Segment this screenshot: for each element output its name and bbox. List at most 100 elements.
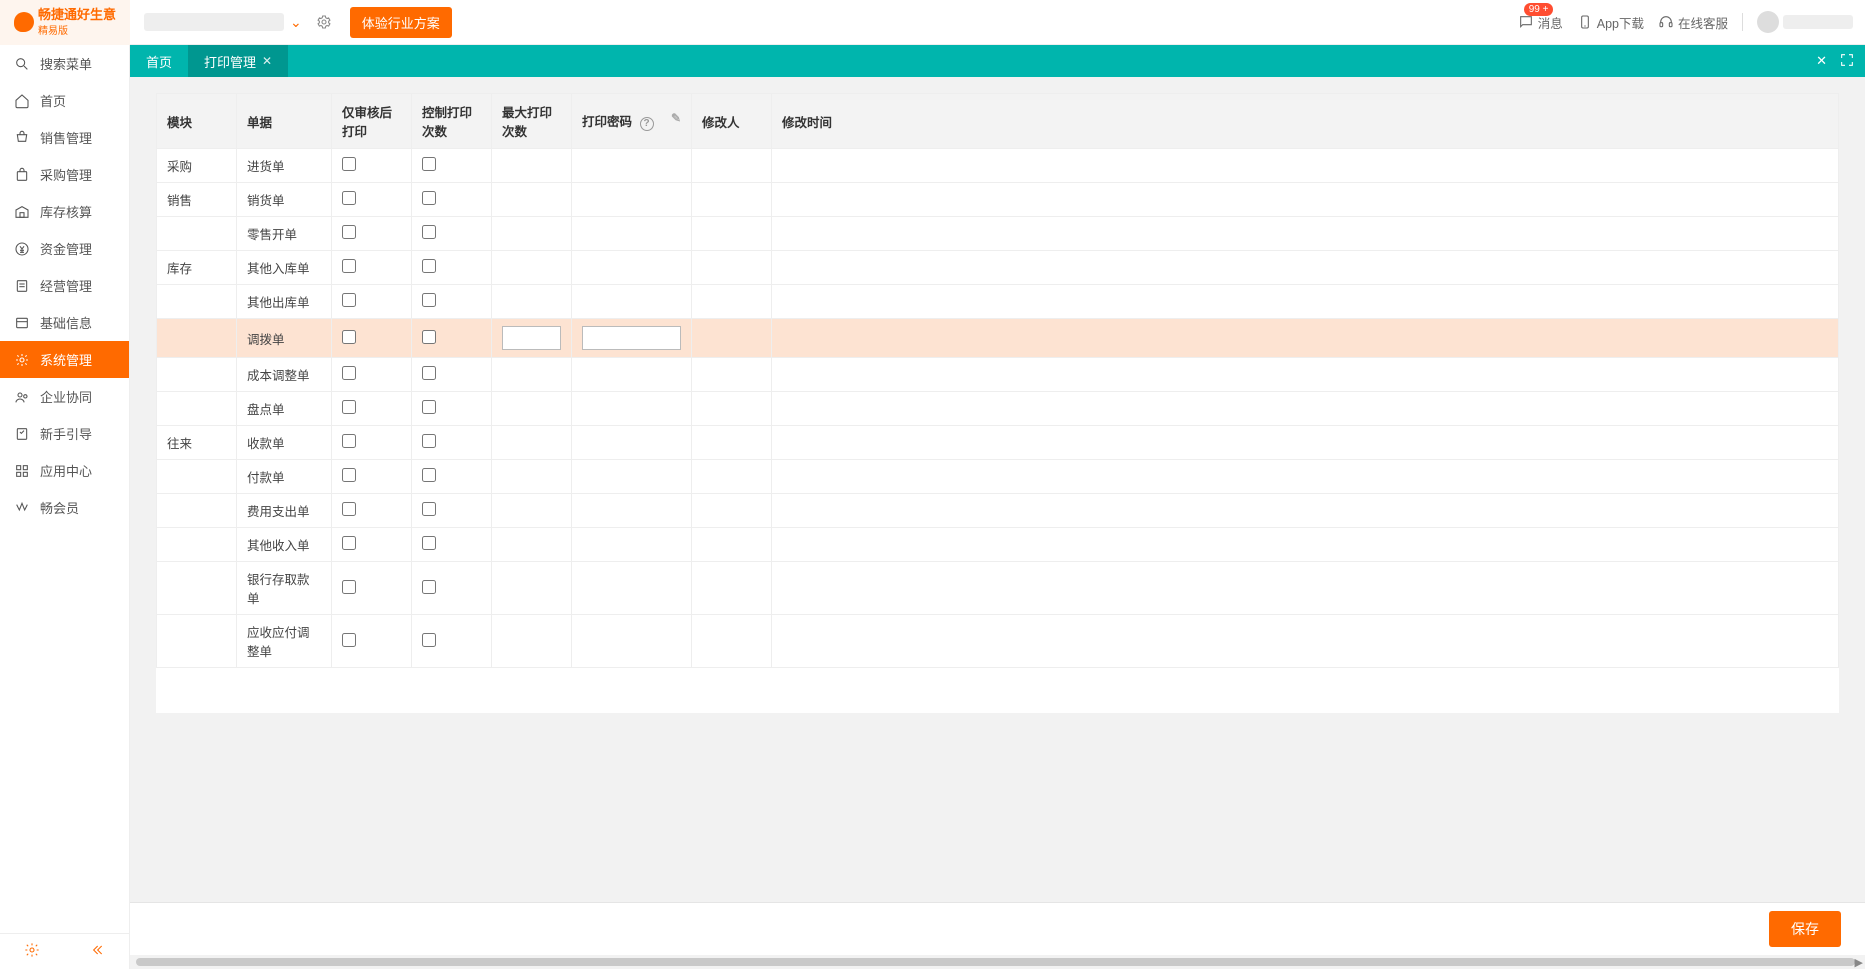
control-count-checkbox[interactable]: [422, 468, 436, 482]
username-blur: [1783, 15, 1853, 29]
sidebar-item-12[interactable]: 畅会员: [0, 489, 129, 526]
control-count-checkbox[interactable]: [422, 225, 436, 239]
scroll-right-icon[interactable]: ▶: [1855, 956, 1863, 969]
control-count-checkbox[interactable]: [422, 434, 436, 448]
control-count-checkbox[interactable]: [422, 330, 436, 344]
audit-only-checkbox[interactable]: [342, 225, 356, 239]
control-count-checkbox[interactable]: [422, 191, 436, 205]
audit-only-checkbox[interactable]: [342, 400, 356, 414]
save-button[interactable]: 保存: [1769, 911, 1841, 947]
sidebar-item-3[interactable]: 采购管理: [0, 156, 129, 193]
audit-only-checkbox[interactable]: [342, 434, 356, 448]
scrollbar-thumb[interactable]: [136, 958, 1855, 966]
control-count-checkbox[interactable]: [422, 157, 436, 171]
cell-doc: 零售开单: [237, 217, 332, 251]
vip-icon: [14, 500, 30, 516]
cell-audit-only: [332, 494, 412, 528]
sidebar-item-1[interactable]: 首页: [0, 82, 129, 119]
online-service-link[interactable]: 在线客服: [1658, 13, 1728, 32]
logo-area: 畅捷通好生意 精易版: [0, 0, 130, 45]
table-row: 销售销货单: [157, 183, 1839, 217]
control-count-checkbox[interactable]: [422, 536, 436, 550]
cell-control-count: [412, 183, 492, 217]
cell-password: [572, 528, 692, 562]
sidebar-item-2[interactable]: 销售管理: [0, 119, 129, 156]
app-download-link[interactable]: App下载: [1577, 13, 1644, 32]
control-count-checkbox[interactable]: [422, 293, 436, 307]
sidebar-item-label: 采购管理: [40, 165, 92, 184]
cell-audit-only: [332, 562, 412, 615]
sidebar-item-5[interactable]: 资金管理: [0, 230, 129, 267]
promo-button[interactable]: 体验行业方案: [350, 7, 452, 38]
sidebar-item-label: 畅会员: [40, 498, 79, 517]
avatar-icon: [1757, 11, 1779, 33]
password-input[interactable]: [582, 326, 681, 350]
audit-only-checkbox[interactable]: [342, 157, 356, 171]
sidebar-item-7[interactable]: 基础信息: [0, 304, 129, 341]
edit-icon[interactable]: ✎: [671, 111, 681, 125]
tab-home[interactable]: 首页: [130, 45, 188, 77]
tab-print-manage[interactable]: 打印管理 ✕: [188, 45, 288, 77]
audit-only-checkbox[interactable]: [342, 259, 356, 273]
max-count-input[interactable]: [502, 326, 561, 350]
sidebar-item-10[interactable]: 新手引导: [0, 415, 129, 452]
cell-modifier: [692, 217, 772, 251]
tab-close-all-icon[interactable]: ✕: [1816, 53, 1827, 69]
sidebar-item-9[interactable]: 企业协同: [0, 378, 129, 415]
th-password: 打印密码 ? ✎: [572, 94, 692, 149]
guide-icon: [14, 426, 30, 442]
sidebar-settings-icon[interactable]: [24, 942, 40, 961]
user-menu[interactable]: [1757, 11, 1853, 33]
audit-only-checkbox[interactable]: [342, 330, 356, 344]
settings-gear-icon[interactable]: [312, 10, 336, 34]
cell-module: [157, 615, 237, 668]
cell-doc: 其他入库单: [237, 251, 332, 285]
audit-only-checkbox[interactable]: [342, 502, 356, 516]
messages-badge: 99 +: [1524, 3, 1554, 16]
horizontal-scrollbar[interactable]: ▶: [130, 955, 1865, 969]
audit-only-checkbox[interactable]: [342, 191, 356, 205]
audit-only-checkbox[interactable]: [342, 468, 356, 482]
th-doc: 单据: [237, 94, 332, 149]
cell-password: [572, 392, 692, 426]
sidebar-collapse-icon[interactable]: [89, 942, 105, 961]
sidebar-item-label: 库存核算: [40, 202, 92, 221]
sidebar-item-6[interactable]: 经营管理: [0, 267, 129, 304]
sidebar-item-0[interactable]: 搜索菜单: [0, 45, 129, 82]
audit-only-checkbox[interactable]: [342, 536, 356, 550]
cell-control-count: [412, 562, 492, 615]
audit-only-checkbox[interactable]: [342, 366, 356, 380]
sidebar-item-8[interactable]: 系统管理: [0, 341, 129, 378]
cell-modifier: [692, 426, 772, 460]
entity-selector[interactable]: ⌄: [144, 13, 302, 31]
cell-module: [157, 319, 237, 358]
cell-max-count: [492, 358, 572, 392]
help-icon[interactable]: ?: [640, 117, 654, 131]
app-header: 畅捷通好生意 精易版 ⌄ 体验行业方案 99 + 消息 App下载 在线客服: [0, 0, 1865, 45]
control-count-checkbox[interactable]: [422, 259, 436, 273]
audit-only-checkbox[interactable]: [342, 580, 356, 594]
fullscreen-icon[interactable]: [1839, 52, 1855, 71]
close-icon[interactable]: ✕: [262, 54, 272, 68]
control-count-checkbox[interactable]: [422, 580, 436, 594]
control-count-checkbox[interactable]: [422, 400, 436, 414]
audit-only-checkbox[interactable]: [342, 633, 356, 647]
cell-control-count: [412, 426, 492, 460]
cell-control-count: [412, 615, 492, 668]
mobile-icon: [1577, 14, 1593, 30]
sidebar-item-11[interactable]: 应用中心: [0, 452, 129, 489]
cell-control-count: [412, 217, 492, 251]
control-count-checkbox[interactable]: [422, 366, 436, 380]
cell-module: [157, 392, 237, 426]
audit-only-checkbox[interactable]: [342, 293, 356, 307]
messages-link[interactable]: 99 + 消息: [1518, 13, 1563, 32]
cell-password: [572, 251, 692, 285]
cell-control-count: [412, 528, 492, 562]
control-count-checkbox[interactable]: [422, 633, 436, 647]
cell-modifier: [692, 392, 772, 426]
money-icon: [14, 241, 30, 257]
sidebar-item-4[interactable]: 库存核算: [0, 193, 129, 230]
th-modifier: 修改人: [692, 94, 772, 149]
control-count-checkbox[interactable]: [422, 502, 436, 516]
cell-audit-only: [332, 285, 412, 319]
